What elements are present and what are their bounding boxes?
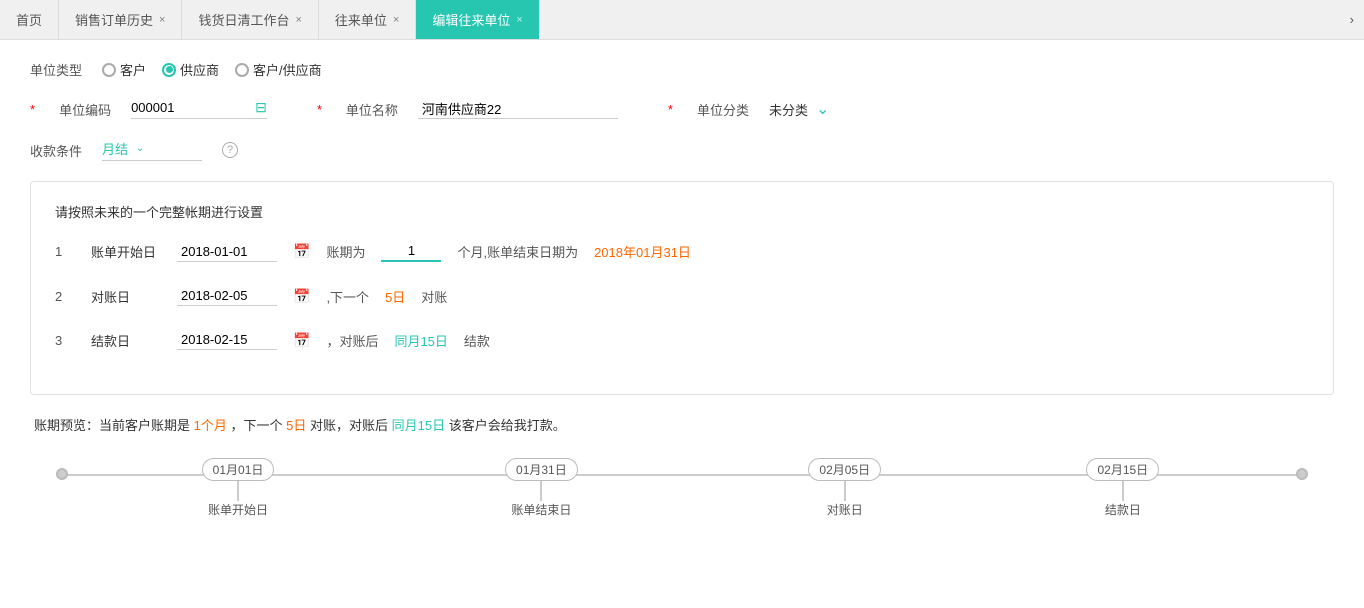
payment-terms-label: 收款条件 xyxy=(30,141,82,160)
chevron-down-icon: ⌄ xyxy=(136,143,144,154)
timeline-sublabel-2: 账单结束日 xyxy=(505,501,578,518)
preview-prefix: 账期预览：当前客户账期是 xyxy=(34,418,190,433)
calendar-icon-2[interactable]: 📅 xyxy=(293,288,310,305)
radio-circle-both xyxy=(235,63,249,77)
payment-terms-row: 收款条件 月结 ⌄ ? xyxy=(30,139,1334,161)
main-content: 单位类型 客户 供应商 客户/供应商 * 单位编码 ⊟ * 单位名称 * xyxy=(0,40,1364,608)
payment-day-highlight: 同月15日 xyxy=(394,331,447,350)
payment-terms-value: 月结 xyxy=(102,139,128,158)
preview-payment-day: 同月15日 xyxy=(392,418,445,433)
tab-partners[interactable]: 往来单位 × xyxy=(319,0,416,39)
period-desc-1: 账期为 xyxy=(326,242,365,261)
period-num-1: 1 xyxy=(55,244,75,259)
period-months-unit: 个月,账单结束日期为 xyxy=(457,242,578,261)
chevron-down-icon: ⌄ xyxy=(816,99,829,119)
period-settings-box: 请按照未来的一个完整帐期进行设置 1 账单开始日 📅 账期为 个月,账单结束日期… xyxy=(30,181,1334,395)
tab-bar: 首页 销售订单历史 × 钱货日清工作台 × 往来单位 × 编辑往来单位 × › xyxy=(0,0,1364,40)
preview-mid: ，下一个 xyxy=(231,418,283,433)
tab-sales-history[interactable]: 销售订单历史 × xyxy=(59,0,182,39)
period-type-2: 对账日 xyxy=(91,287,161,306)
radio-both[interactable]: 客户/供应商 xyxy=(235,60,322,79)
preview-suffix: 该客户会给我打款。 xyxy=(449,418,566,433)
timeline-label-2: 01月31日 xyxy=(505,458,578,481)
reconcile-desc-suffix: 对账 xyxy=(421,287,447,306)
unit-name-input[interactable] xyxy=(418,99,618,119)
payment-date-input[interactable] xyxy=(177,330,277,350)
unit-category-value: 未分类 xyxy=(769,100,808,119)
period-title: 请按照未来的一个完整帐期进行设置 xyxy=(55,202,1309,221)
timeline-sublabel-3: 对账日 xyxy=(808,501,881,518)
radio-supplier[interactable]: 供应商 xyxy=(162,60,219,79)
reconcile-date-input[interactable] xyxy=(177,286,277,306)
preview-section: 账期预览：当前客户账期是 1个月 ，下一个 5日 对账，对账后 同月15日 该客… xyxy=(30,415,1334,434)
payment-desc-prefix: ，对账后 xyxy=(326,331,378,350)
unit-type-label: 单位类型 xyxy=(30,60,82,79)
radio-circle-supplier xyxy=(162,63,176,77)
period-num-2: 2 xyxy=(55,289,75,304)
tab-edit-partner[interactable]: 编辑往来单位 × xyxy=(416,0,538,39)
timeline-sublabel-4: 结款日 xyxy=(1086,501,1159,518)
unit-type-row: 单位类型 客户 供应商 客户/供应商 xyxy=(30,60,1334,79)
tab-cashflow[interactable]: 钱货日清工作台 × xyxy=(182,0,318,39)
timeline-point-3: 02月05日 对账日 xyxy=(808,458,881,518)
help-icon[interactable]: ? xyxy=(222,142,238,158)
radio-label-customer: 客户 xyxy=(120,60,146,79)
tab-more-button[interactable]: › xyxy=(1340,0,1364,39)
radio-label-both: 客户/供应商 xyxy=(253,60,322,79)
timeline-point-4: 02月15日 结款日 xyxy=(1086,458,1159,518)
timeline-point-1: 01月01日 账单开始日 xyxy=(202,458,275,518)
calendar-icon-1[interactable]: 📅 xyxy=(293,243,310,260)
close-icon[interactable]: × xyxy=(159,14,165,26)
radio-customer[interactable]: 客户 xyxy=(102,60,146,79)
period-row-2: 2 对账日 📅 ,下一个 5日 对账 xyxy=(55,286,1309,306)
unit-code-input[interactable] xyxy=(131,100,251,115)
close-icon[interactable]: × xyxy=(393,14,399,26)
timeline: 01月01日 账单开始日 01月31日 账单结束日 02月05日 对账日 02月… xyxy=(50,458,1314,538)
timeline-point-2: 01月31日 账单结束日 xyxy=(505,458,578,518)
close-icon[interactable]: × xyxy=(516,14,522,26)
payment-desc-suffix: 结款 xyxy=(464,331,490,350)
required-star-code: * xyxy=(30,102,35,117)
timeline-dot-left xyxy=(56,468,68,480)
months-input[interactable] xyxy=(381,241,441,262)
payment-terms-select[interactable]: 月结 ⌄ xyxy=(102,139,202,161)
unit-category-select[interactable]: 未分类 ⌄ xyxy=(769,99,829,119)
timeline-sublabel-1: 账单开始日 xyxy=(202,501,275,518)
radio-circle-customer xyxy=(102,63,116,77)
calendar-icon-3[interactable]: 📅 xyxy=(293,332,310,349)
reconcile-day-highlight: 5日 xyxy=(385,287,405,306)
timeline-label-4: 02月15日 xyxy=(1086,458,1159,481)
preview-months: 1个月 xyxy=(194,418,227,433)
unit-name-label: 单位名称 xyxy=(346,100,398,119)
unit-category-label: 单位分类 xyxy=(697,100,749,119)
start-date-input[interactable] xyxy=(177,242,277,262)
period-num-3: 3 xyxy=(55,333,75,348)
period-type-3: 结款日 xyxy=(91,331,161,350)
end-date-highlight: 2018年01月31日 xyxy=(594,242,691,261)
required-star-cat: * xyxy=(668,102,673,117)
required-star-name: * xyxy=(317,102,322,117)
preview-mid2: 对账，对账后 xyxy=(310,418,388,433)
period-row-1: 1 账单开始日 📅 账期为 个月,账单结束日期为 2018年01月31日 xyxy=(55,241,1309,262)
timeline-label-3: 02月05日 xyxy=(808,458,881,481)
tab-home[interactable]: 首页 xyxy=(0,0,59,39)
period-type-1: 账单开始日 xyxy=(91,242,161,261)
copy-icon[interactable]: ⊟ xyxy=(255,99,267,116)
unit-type-radio-group: 客户 供应商 客户/供应商 xyxy=(102,60,322,79)
timeline-dot-right xyxy=(1296,468,1308,480)
timeline-label-1: 01月01日 xyxy=(202,458,275,481)
period-row-3: 3 结款日 📅 ，对账后 同月15日 结款 xyxy=(55,330,1309,350)
close-icon[interactable]: × xyxy=(295,14,301,26)
unit-code-field: ⊟ xyxy=(131,99,267,119)
preview-day: 5日 xyxy=(286,418,306,433)
radio-label-supplier: 供应商 xyxy=(180,60,219,79)
reconcile-desc-prefix: ,下一个 xyxy=(326,287,369,306)
unit-code-label: 单位编码 xyxy=(59,100,111,119)
unit-fields-row: * 单位编码 ⊟ * 单位名称 * 单位分类 未分类 ⌄ xyxy=(30,99,1334,119)
